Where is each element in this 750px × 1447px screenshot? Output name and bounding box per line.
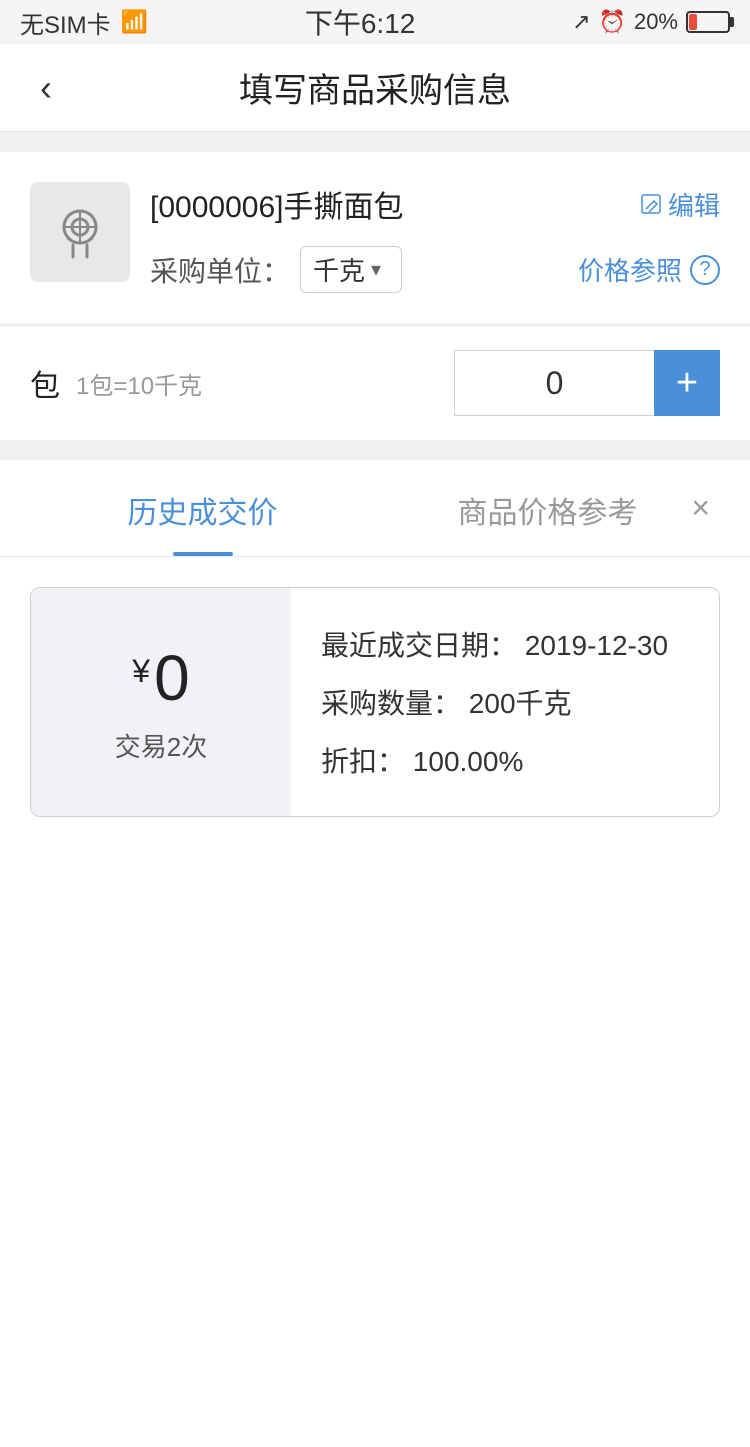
product-image	[30, 182, 130, 282]
tab-close-button[interactable]: ×	[681, 480, 720, 537]
unit-row: 采购单位： 千克 ▾ 价格参照 ?	[150, 246, 720, 293]
price-reference-button[interactable]: 价格参照 ?	[578, 251, 720, 288]
recent-date-label: 最近成交日期：	[321, 630, 517, 661]
tabs-section: 历史成交价 商品价格参考 × ¥ 0 交易2次 最近成交日期： 2019-12-…	[0, 460, 750, 847]
discount-label: 折扣：	[321, 746, 405, 777]
price-ref-label: 价格参照	[578, 251, 682, 288]
quantity-input[interactable]: 0	[454, 350, 654, 416]
back-button[interactable]: ‹	[30, 57, 62, 119]
dropdown-arrow-icon: ▾	[371, 257, 381, 282]
product-header-row: [0000006]手撕面包 编辑	[150, 182, 720, 226]
trade-count: 交易2次	[115, 727, 207, 764]
quantity-conversion: 1包=10千克	[76, 366, 202, 401]
tabs-header: 历史成交价 商品价格参考 ×	[0, 460, 750, 557]
battery-indicator	[686, 11, 730, 33]
purchase-quantity-row: 采购数量： 200千克	[321, 682, 689, 722]
history-price-display: ¥ 0	[132, 641, 189, 715]
price-symbol: ¥	[132, 653, 150, 690]
discount-row: 折扣： 100.00%	[321, 740, 689, 780]
recent-date-row: 最近成交日期： 2019-12-30	[321, 624, 689, 664]
quantity-plus-button[interactable]: +	[654, 350, 720, 416]
edit-button[interactable]: 编辑	[640, 186, 720, 223]
battery-percent: 20%	[634, 9, 678, 35]
lower-empty-area	[0, 847, 750, 1447]
plus-icon: +	[676, 362, 698, 405]
status-right: ↗ ⏰ 20%	[572, 9, 730, 35]
help-icon: ?	[690, 255, 720, 285]
history-content: ¥ 0 交易2次 最近成交日期： 2019-12-30 采购数量： 200千克 …	[0, 557, 750, 847]
quantity-label: 采购数量：	[321, 688, 461, 719]
unit-label: 采购单位： 千克 ▾	[150, 246, 402, 293]
page-header: ‹ 填写商品采购信息	[0, 44, 750, 132]
quantity-detail-value: 200千克	[469, 688, 572, 719]
product-name: [0000006]手撕面包	[150, 182, 403, 226]
carrier-text: 无SIM卡	[20, 5, 111, 40]
quantity-controls: 0 +	[454, 350, 720, 416]
history-card: ¥ 0 交易2次 最近成交日期： 2019-12-30 采购数量： 200千克 …	[30, 587, 720, 817]
history-price-left: ¥ 0 交易2次	[31, 588, 291, 816]
history-details-right: 最近成交日期： 2019-12-30 采购数量： 200千克 折扣： 100.0…	[291, 588, 719, 816]
discount-value: 100.00%	[413, 746, 524, 777]
recent-date-value: 2019-12-30	[525, 630, 668, 661]
status-bar: 无SIM卡 📶 下午6:12 ↗ ⏰ 20%	[0, 0, 750, 44]
price-amount: 0	[154, 641, 190, 715]
alarm-icon: ⏰	[599, 9, 626, 35]
battery-fill	[689, 14, 697, 30]
unit-value: 千克	[313, 251, 365, 288]
unit-prefix: 采购单位：	[150, 250, 290, 290]
edit-label: 编辑	[668, 186, 720, 223]
page-title: 填写商品采购信息	[239, 63, 511, 112]
status-left: 无SIM卡 📶	[20, 5, 148, 40]
product-info: [0000006]手撕面包 编辑 采购单位： 千克 ▾ 价格参照 ?	[150, 182, 720, 293]
quantity-unit: 包	[30, 361, 60, 405]
product-card: [0000006]手撕面包 编辑 采购单位： 千克 ▾ 价格参照 ?	[0, 152, 750, 323]
quantity-section: 包 1包=10千克 0 +	[0, 325, 750, 440]
tab-history-price[interactable]: 历史成交价	[30, 460, 375, 556]
quantity-value: 0	[546, 365, 564, 402]
location-icon: ↗	[572, 9, 590, 35]
unit-select[interactable]: 千克 ▾	[300, 246, 402, 293]
wifi-icon: 📶	[121, 9, 148, 35]
quantity-label-group: 包 1包=10千克	[30, 361, 202, 405]
status-time: 下午6:12	[305, 2, 416, 42]
tab-product-price-ref[interactable]: 商品价格参考	[375, 460, 720, 556]
